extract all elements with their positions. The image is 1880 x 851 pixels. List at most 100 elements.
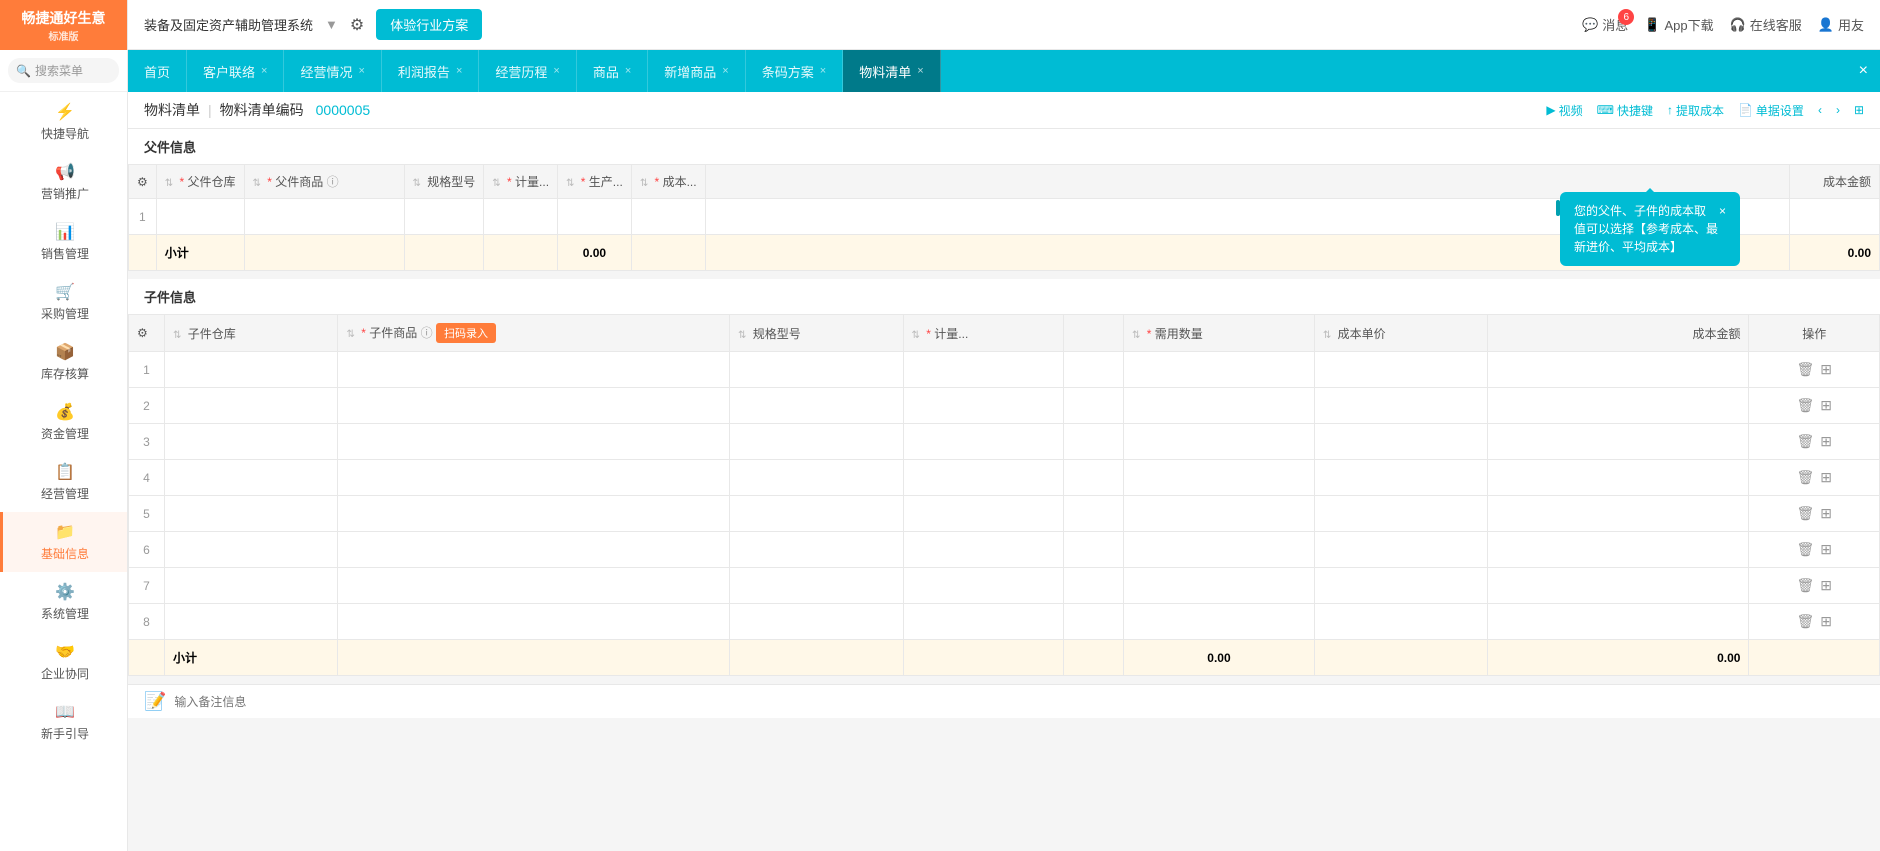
child-warehouse-cell[interactable] bbox=[165, 604, 338, 640]
system-dropdown-arrow[interactable]: ▼ bbox=[325, 17, 338, 32]
child-product-cell[interactable] bbox=[338, 532, 730, 568]
child-spec-cell[interactable] bbox=[730, 424, 903, 460]
child-spec-cell[interactable] bbox=[730, 532, 903, 568]
child-warehouse-cell[interactable] bbox=[165, 568, 338, 604]
child-unit-cell[interactable] bbox=[903, 424, 1063, 460]
child-unit-cell[interactable] bbox=[903, 352, 1063, 388]
online-service-button[interactable]: 🎧 在线客服 bbox=[1730, 15, 1802, 34]
tab-barcode[interactable]: 条码方案 × bbox=[746, 50, 843, 92]
tab-ops-history-close[interactable]: × bbox=[553, 65, 559, 77]
delete-icon[interactable]: 🗑 bbox=[1796, 541, 1814, 558]
child-unit-cell[interactable] bbox=[903, 532, 1063, 568]
child-unit-cost-cell[interactable] bbox=[1314, 352, 1487, 388]
delete-icon[interactable]: 🗑 bbox=[1796, 469, 1814, 486]
tab-profit[interactable]: 利润报告 × bbox=[382, 50, 479, 92]
child-warehouse-cell[interactable] bbox=[165, 460, 338, 496]
experience-button[interactable]: 体验行业方案 bbox=[376, 9, 482, 40]
video-button[interactable]: ▶ 视频 bbox=[1546, 102, 1582, 119]
tooltip-close-button[interactable]: × bbox=[1719, 202, 1726, 220]
copy-icon[interactable]: ⊞ bbox=[1820, 577, 1832, 594]
child-product-cell[interactable] bbox=[338, 568, 730, 604]
delete-icon[interactable]: 🗑 bbox=[1796, 505, 1814, 522]
parent-spec-cell[interactable] bbox=[404, 199, 484, 235]
child-warehouse-cell[interactable] bbox=[165, 532, 338, 568]
sidebar-item-quick-nav[interactable]: ⚡ 快捷导航 bbox=[0, 92, 127, 152]
sidebar-item-purchase[interactable]: 🛒 采购管理 bbox=[0, 272, 127, 332]
tab-products[interactable]: 商品 × bbox=[577, 50, 648, 92]
child-product-cell[interactable] bbox=[338, 424, 730, 460]
sidebar-item-finance[interactable]: 💰 资金管理 bbox=[0, 392, 127, 452]
sidebar-item-system[interactable]: ⚙️ 系统管理 bbox=[0, 572, 127, 632]
child-qty-cell[interactable] bbox=[1124, 604, 1315, 640]
copy-icon[interactable]: ⊞ bbox=[1820, 433, 1832, 450]
settings-icon[interactable]: ⚙ bbox=[350, 15, 364, 35]
extract-cost-button[interactable]: ↑ 提取成本 bbox=[1667, 102, 1724, 119]
child-unit-cell[interactable] bbox=[903, 604, 1063, 640]
child-unit-cost-cell[interactable] bbox=[1314, 496, 1487, 532]
child-qty-cell[interactable] bbox=[1124, 460, 1315, 496]
child-product-cell[interactable] bbox=[338, 604, 730, 640]
child-col-settings[interactable]: ⚙ bbox=[129, 315, 165, 352]
copy-icon[interactable]: ⊞ bbox=[1820, 541, 1832, 558]
sidebar-item-operations[interactable]: 📋 经营管理 bbox=[0, 452, 127, 512]
delete-icon[interactable]: 🗑 bbox=[1796, 577, 1814, 594]
tab-new-products-close[interactable]: × bbox=[722, 65, 728, 77]
sidebar-item-inventory[interactable]: 📦 库存核算 bbox=[0, 332, 127, 392]
copy-icon[interactable]: ⊞ bbox=[1820, 397, 1832, 414]
child-unit-cell[interactable] bbox=[903, 568, 1063, 604]
child-spec-cell[interactable] bbox=[730, 460, 903, 496]
tab-operations[interactable]: 经营情况 × bbox=[284, 50, 381, 92]
child-warehouse-cell[interactable] bbox=[165, 388, 338, 424]
child-product-cell[interactable] bbox=[338, 352, 730, 388]
grid-view-icon[interactable]: ⊞ bbox=[1854, 103, 1864, 117]
delete-icon[interactable]: 🗑 bbox=[1796, 361, 1814, 378]
app-download-button[interactable]: 📱 App下载 bbox=[1644, 15, 1713, 34]
parent-unit-cell[interactable] bbox=[484, 199, 558, 235]
tab-barcode-close[interactable]: × bbox=[820, 65, 826, 77]
tab-customer-close[interactable]: × bbox=[261, 65, 267, 77]
child-qty-cell[interactable] bbox=[1124, 568, 1315, 604]
parent-warehouse-cell[interactable] bbox=[156, 199, 244, 235]
sidebar-item-marketing[interactable]: 📢 营销推广 bbox=[0, 152, 127, 212]
sidebar-item-cooperation[interactable]: 🤝 企业协同 bbox=[0, 632, 127, 692]
parent-cost-cell[interactable] bbox=[631, 199, 705, 235]
tab-new-products[interactable]: 新增商品 × bbox=[648, 50, 745, 92]
parent-production-cell[interactable] bbox=[558, 199, 632, 235]
child-qty-cell[interactable] bbox=[1124, 388, 1315, 424]
child-unit-cost-cell[interactable] bbox=[1314, 568, 1487, 604]
child-unit-cost-cell[interactable] bbox=[1314, 460, 1487, 496]
child-warehouse-cell[interactable] bbox=[165, 352, 338, 388]
child-unit-cost-cell[interactable] bbox=[1314, 424, 1487, 460]
note-input[interactable] bbox=[174, 695, 1864, 709]
sidebar-item-guide[interactable]: 📖 新手引导 bbox=[0, 692, 127, 752]
tab-ops-history[interactable]: 经营历程 × bbox=[479, 50, 576, 92]
tab-bom-close[interactable]: × bbox=[917, 65, 923, 77]
sidebar-search-container[interactable]: 🔍 搜索菜单 bbox=[0, 50, 127, 92]
child-unit-cell[interactable] bbox=[903, 388, 1063, 424]
message-button[interactable]: 💬 消息 6 bbox=[1582, 15, 1628, 34]
child-warehouse-cell[interactable] bbox=[165, 496, 338, 532]
parent-product-cell[interactable] bbox=[244, 199, 404, 235]
user-menu[interactable]: 👤 用友 bbox=[1818, 15, 1864, 34]
tab-customer[interactable]: 客户联络 × bbox=[187, 50, 284, 92]
child-unit-cost-cell[interactable] bbox=[1314, 532, 1487, 568]
child-spec-cell[interactable] bbox=[730, 568, 903, 604]
sidebar-item-basic-info[interactable]: 📁 基础信息 bbox=[0, 512, 127, 572]
scan-button[interactable]: 扫码录入 bbox=[436, 323, 496, 343]
copy-icon[interactable]: ⊞ bbox=[1820, 361, 1832, 378]
child-unit-cost-cell[interactable] bbox=[1314, 388, 1487, 424]
child-qty-cell[interactable] bbox=[1124, 496, 1315, 532]
tab-products-close[interactable]: × bbox=[625, 65, 631, 77]
child-product-cell[interactable] bbox=[338, 388, 730, 424]
child-unit-cell[interactable] bbox=[903, 496, 1063, 532]
child-unit-cost-cell[interactable] bbox=[1314, 604, 1487, 640]
delete-icon[interactable]: 🗑 bbox=[1796, 613, 1814, 630]
nav-next[interactable]: › bbox=[1836, 103, 1840, 117]
child-spec-cell[interactable] bbox=[730, 352, 903, 388]
tab-profit-close[interactable]: × bbox=[456, 65, 462, 77]
single-settings-button[interactable]: 📄 单据设置 bbox=[1738, 102, 1804, 119]
child-qty-cell[interactable] bbox=[1124, 352, 1315, 388]
delete-icon[interactable]: 🗑 bbox=[1796, 397, 1814, 414]
copy-icon[interactable]: ⊞ bbox=[1820, 505, 1832, 522]
nav-prev[interactable]: ‹ bbox=[1818, 103, 1822, 117]
